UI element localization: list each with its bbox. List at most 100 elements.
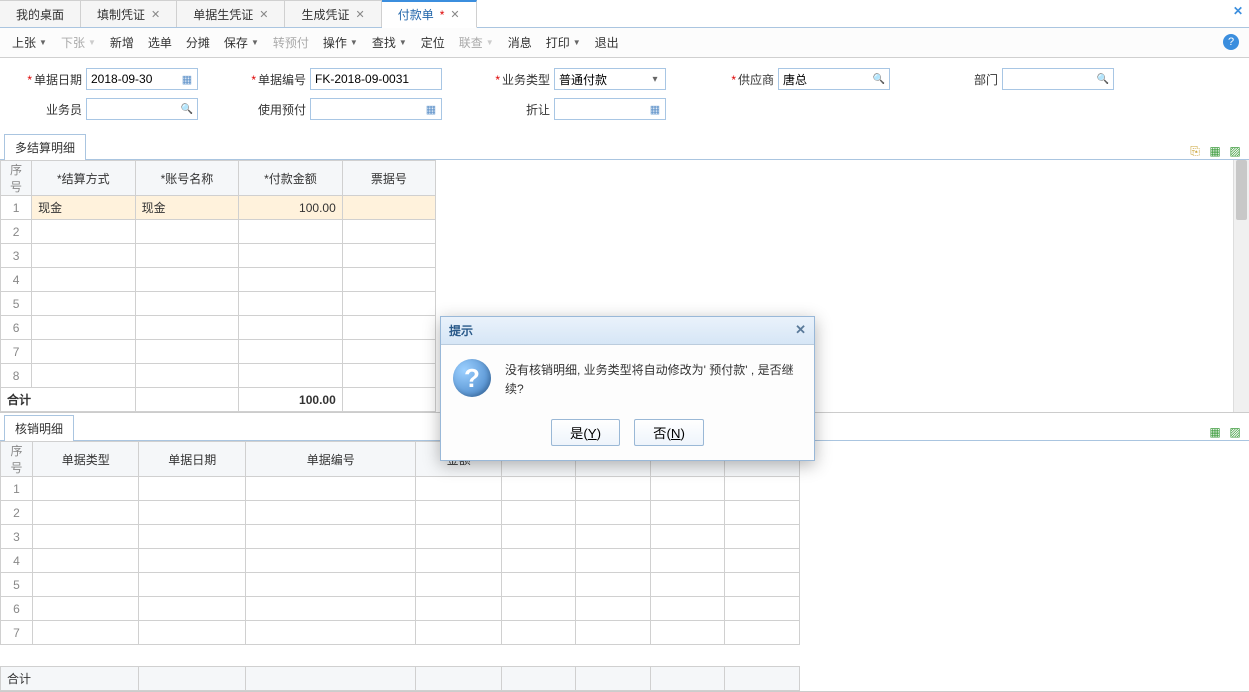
cell[interactable]: [416, 501, 501, 525]
table-row[interactable]: 6: [1, 597, 800, 621]
search-icon[interactable]: [872, 72, 886, 86]
cell[interactable]: [342, 316, 435, 340]
no-button[interactable]: 否(N): [634, 419, 704, 446]
calendar-icon[interactable]: [424, 102, 438, 116]
col-billtype[interactable]: 单据类型: [32, 442, 139, 477]
cell[interactable]: [725, 597, 800, 621]
tab-gen-voucher[interactable]: 生成凭证✕: [285, 0, 381, 27]
copy-icon[interactable]: ⎘: [1187, 143, 1203, 159]
cell[interactable]: [342, 244, 435, 268]
prev-button[interactable]: 上张▼: [12, 34, 47, 51]
cell[interactable]: [342, 220, 435, 244]
cell[interactable]: [239, 292, 343, 316]
table-row[interactable]: 1: [1, 477, 800, 501]
use-prepay-input[interactable]: [311, 100, 441, 118]
cell[interactable]: [246, 525, 416, 549]
settlement-tab[interactable]: 多结算明细: [4, 134, 86, 160]
del-row-icon[interactable]: ▨: [1227, 424, 1243, 440]
cell[interactable]: [501, 549, 576, 573]
cell[interactable]: [239, 220, 343, 244]
cell[interactable]: [576, 621, 651, 645]
cell[interactable]: [135, 364, 239, 388]
cell[interactable]: [32, 597, 139, 621]
cell-bill[interactable]: [342, 196, 435, 220]
table-row[interactable]: 5: [1, 573, 800, 597]
cell[interactable]: [576, 597, 651, 621]
cell[interactable]: [32, 364, 136, 388]
search-icon[interactable]: [180, 102, 194, 116]
bill-no-input[interactable]: [311, 70, 441, 88]
cell[interactable]: [246, 477, 416, 501]
cell[interactable]: [650, 573, 725, 597]
cell[interactable]: [576, 573, 651, 597]
select-bill-button[interactable]: 选单: [148, 34, 172, 51]
cell[interactable]: [32, 477, 139, 501]
cell[interactable]: [139, 501, 246, 525]
cell[interactable]: [139, 573, 246, 597]
cell[interactable]: [576, 501, 651, 525]
dialog-titlebar[interactable]: 提示 ✕: [441, 317, 814, 345]
cell[interactable]: [576, 525, 651, 549]
cell[interactable]: [32, 501, 139, 525]
cell[interactable]: [576, 477, 651, 501]
close-all-icon[interactable]: ✕: [1227, 0, 1249, 27]
close-icon[interactable]: ✕: [356, 8, 365, 21]
cell[interactable]: [139, 525, 246, 549]
allocate-button[interactable]: 分摊: [186, 34, 210, 51]
cell[interactable]: [416, 621, 501, 645]
cell[interactable]: [342, 340, 435, 364]
scrollbar[interactable]: [1233, 160, 1249, 412]
cell[interactable]: [135, 244, 239, 268]
cell[interactable]: [501, 525, 576, 549]
calendar-icon[interactable]: [648, 102, 662, 116]
cell[interactable]: [139, 549, 246, 573]
save-button[interactable]: 保存▼: [224, 34, 259, 51]
cell[interactable]: [725, 621, 800, 645]
cell[interactable]: [32, 549, 139, 573]
tab-voucher[interactable]: 填制凭证✕: [81, 0, 177, 27]
add-row-icon[interactable]: ▦: [1207, 424, 1223, 440]
yes-button[interactable]: 是(Y): [551, 419, 620, 446]
cell[interactable]: [135, 268, 239, 292]
find-button[interactable]: 查找▼: [372, 34, 407, 51]
table-row[interactable]: 8: [1, 364, 436, 388]
cell[interactable]: [246, 573, 416, 597]
new-button[interactable]: 新增: [110, 34, 134, 51]
col-amt[interactable]: *付款金额: [239, 161, 343, 196]
cell[interactable]: [239, 364, 343, 388]
cell[interactable]: [135, 220, 239, 244]
cell[interactable]: [725, 549, 800, 573]
close-icon[interactable]: ✕: [259, 8, 268, 21]
table-row[interactable]: 4: [1, 549, 800, 573]
cell[interactable]: [416, 573, 501, 597]
cell[interactable]: [342, 364, 435, 388]
cell[interactable]: [725, 477, 800, 501]
cell[interactable]: [342, 292, 435, 316]
cell[interactable]: [32, 316, 136, 340]
table-row[interactable]: 5: [1, 292, 436, 316]
cell[interactable]: [139, 597, 246, 621]
close-icon[interactable]: ✕: [795, 322, 806, 339]
cell[interactable]: [139, 477, 246, 501]
table-row[interactable]: 2: [1, 220, 436, 244]
cell[interactable]: [416, 549, 501, 573]
exit-button[interactable]: 退出: [595, 34, 619, 51]
tab-payment[interactable]: 付款单*✕: [382, 0, 477, 28]
cell[interactable]: [135, 292, 239, 316]
table-row[interactable]: 1 现金 现金 100.00: [1, 196, 436, 220]
cell[interactable]: [416, 525, 501, 549]
col-settle[interactable]: *结算方式: [32, 161, 136, 196]
calendar-icon[interactable]: [180, 72, 194, 86]
close-icon[interactable]: ✕: [151, 8, 160, 21]
cell[interactable]: [650, 525, 725, 549]
col-bill[interactable]: 票据号: [342, 161, 435, 196]
cell[interactable]: [32, 220, 136, 244]
cell[interactable]: [725, 525, 800, 549]
table-row[interactable]: 3: [1, 244, 436, 268]
cell[interactable]: [576, 549, 651, 573]
cell[interactable]: [32, 621, 139, 645]
cell[interactable]: [246, 597, 416, 621]
cell[interactable]: [650, 549, 725, 573]
print-button[interactable]: 打印▼: [546, 34, 581, 51]
cell[interactable]: [239, 340, 343, 364]
